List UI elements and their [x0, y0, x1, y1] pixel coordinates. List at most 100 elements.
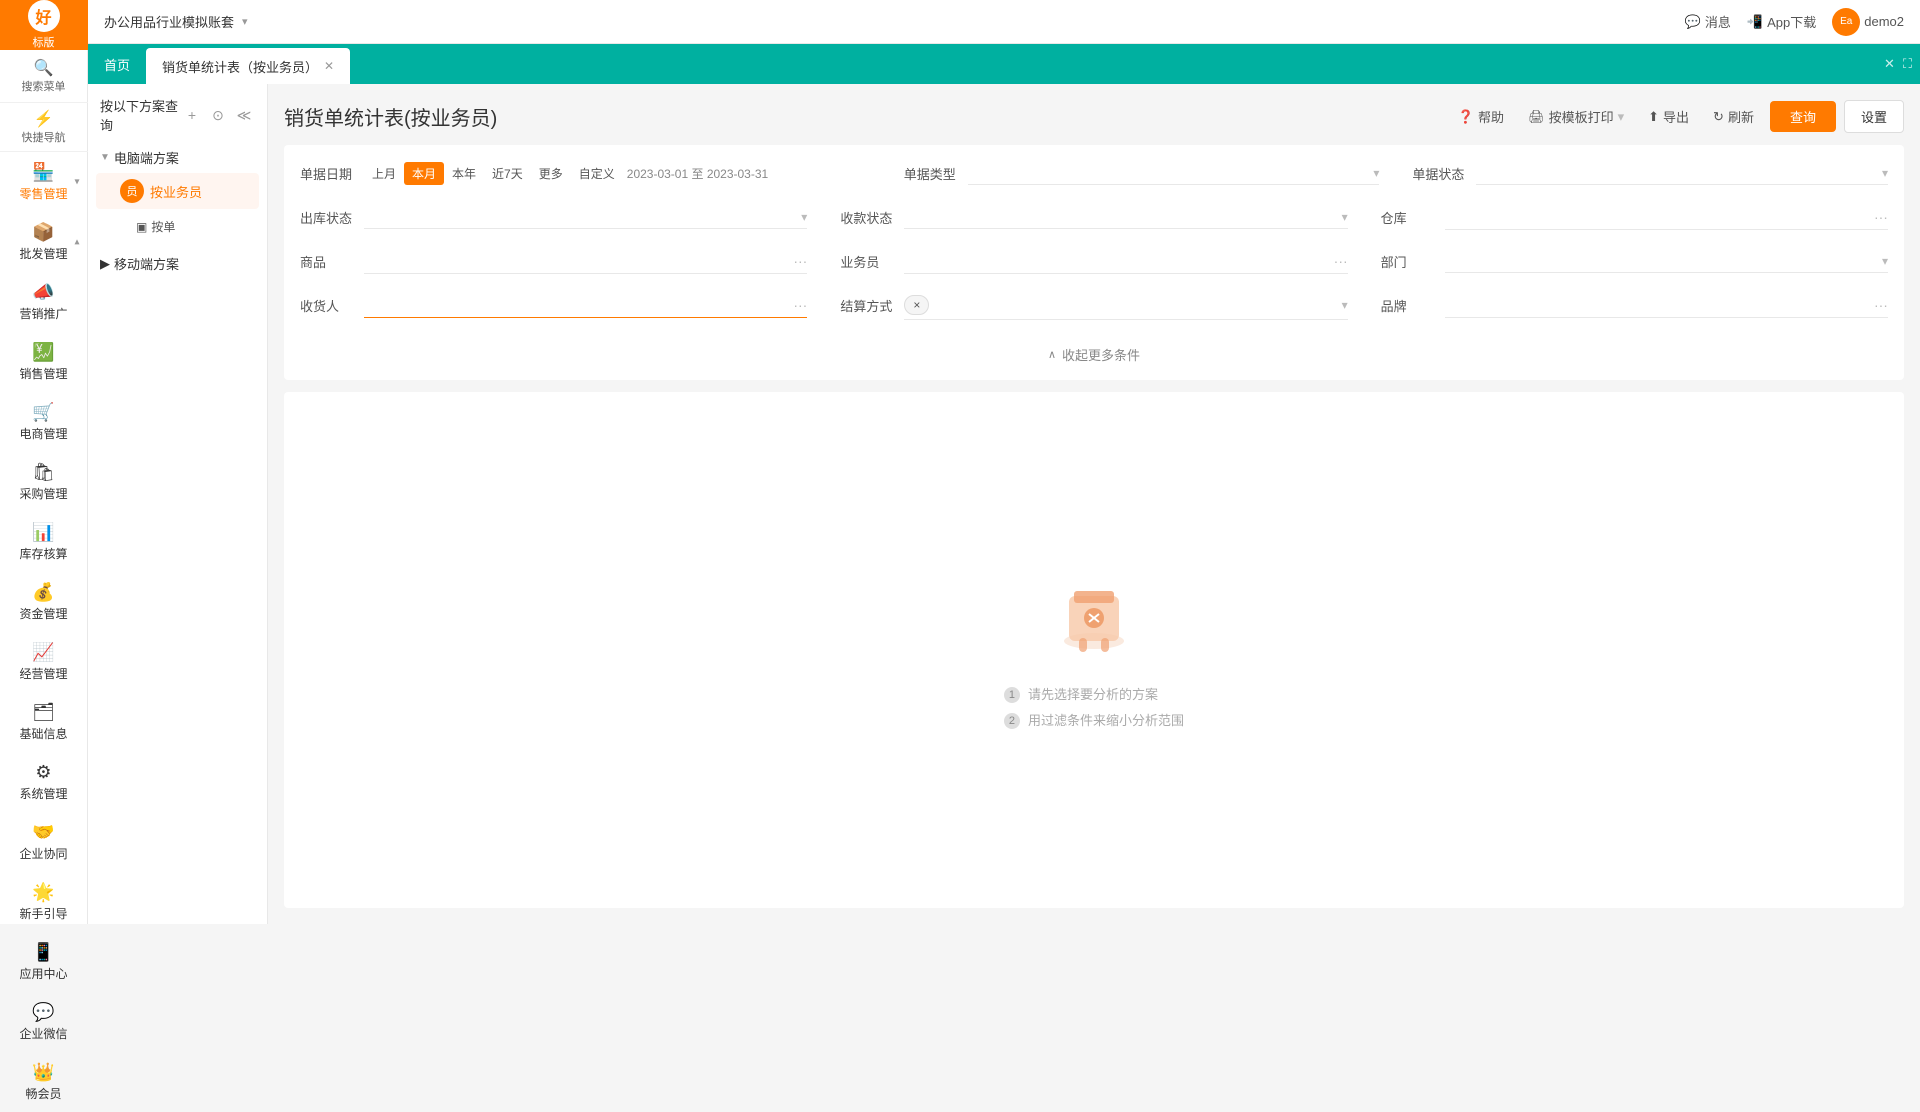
query-btn[interactable]: 查询 — [1770, 101, 1836, 132]
maximize-icon[interactable]: ⛶ — [1903, 56, 1912, 72]
salesperson-more-icon[interactable]: ··· — [1334, 253, 1348, 269]
sidebar-search[interactable]: 🔍 搜索菜单 — [0, 50, 88, 103]
warehouse-more-icon[interactable]: ··· — [1874, 209, 1888, 225]
tab-sales-stats-label: 销货单统计表（按业务员） — [162, 57, 318, 76]
sidebar-item-wholesale[interactable]: 📦 批发管理 ▴ — [0, 212, 88, 272]
goods-more-icon[interactable]: ··· — [793, 253, 807, 269]
dept-chevron-down-icon: ▾ — [1882, 254, 1888, 268]
content-area: 按以下方案查询 + ⊙ ≪ ▼ 电脑端方案 员 按业务员 — [88, 84, 1920, 924]
type-label: 单据类型 — [904, 164, 960, 183]
sidebar-item-member-label: 畅会员 — [25, 1085, 61, 1102]
refresh-btn[interactable]: ↻ 刷新 — [1705, 103, 1762, 130]
sidebar-item-management-label: 经营管理 — [19, 665, 67, 682]
export-btn[interactable]: ⬆ 导出 — [1640, 103, 1697, 130]
filter-panel: 单据日期 上月 本月 本年 近7天 更多 自定义 2023-03-01 至 20… — [284, 145, 1904, 380]
tab-sales-stats[interactable]: 销货单统计表（按业务员） ✕ — [146, 48, 350, 84]
brand-input[interactable]: ··· — [1445, 293, 1888, 318]
collapse-btn[interactable]: ∧ 收起更多条件 — [1036, 341, 1152, 368]
sidebar-item-newbie[interactable]: 🌟 新手引导 — [0, 872, 88, 932]
date-btn-thisyear[interactable]: 本年 — [444, 162, 484, 185]
sidebar-item-finance[interactable]: 💰 资金管理 — [0, 572, 88, 632]
mobile-group-header[interactable]: ▶ 移动端方案 — [96, 248, 259, 279]
pc-scheme-group: ▼ 电脑端方案 员 按业务员 ▣ 按单 — [88, 142, 267, 244]
print-btn[interactable]: 🖨 按模板打印 ▾ — [1520, 103, 1632, 130]
pc-scheme-group-header[interactable]: ▼ 电脑端方案 — [96, 142, 259, 173]
sub-scheme-icon: ▣ — [136, 220, 147, 234]
settings-btn[interactable]: 设置 — [1844, 100, 1904, 133]
message-btn[interactable]: 💬 消息 — [1685, 12, 1731, 31]
goods-label: 商品 — [300, 252, 356, 271]
sidebar-item-system[interactable]: ⚙ 系统管理 — [0, 752, 88, 812]
close-window-icon[interactable]: ✕ — [1884, 56, 1895, 72]
collapse-panel-btn[interactable]: ≪ — [233, 104, 255, 126]
date-btn-lastmonth[interactable]: 上月 — [364, 162, 404, 185]
date-range-text: 2023-03-01 至 2023-03-31 — [627, 165, 768, 182]
page-title-actions: ❓ 帮助 🖨 按模板打印 ▾ ⬆ 导出 ↻ 刷新 — [1450, 100, 1904, 133]
filter-row-1: 单据日期 上月 本月 本年 近7天 更多 自定义 2023-03-01 至 20… — [300, 157, 1888, 189]
topbar-dropdown-icon[interactable]: ▾ — [242, 15, 248, 28]
refresh-icon: ↻ — [1713, 109, 1724, 125]
tab-home[interactable]: 首页 — [88, 44, 146, 84]
settle-dropdown[interactable]: × ▾ — [904, 291, 1347, 320]
sidebar-item-sales-label: 销售管理 — [19, 365, 67, 382]
pay-status-dropdown[interactable]: ▾ — [904, 206, 1347, 229]
date-btn-thismonth[interactable]: 本月 — [404, 162, 444, 185]
date-btn-more[interactable]: 更多 — [531, 162, 571, 185]
date-btn-7days[interactable]: 近7天 — [484, 162, 531, 185]
add-scheme-btn[interactable]: + — [181, 104, 203, 126]
settle-clear-tag[interactable]: × — [904, 295, 929, 315]
warehouse-input[interactable]: ··· — [1445, 205, 1888, 230]
sidebar-quicknav[interactable]: ⚡ 快捷导航 — [0, 103, 88, 152]
sidebar-item-sales[interactable]: 💹 销售管理 — [0, 332, 88, 392]
receiver-text-input[interactable] — [364, 297, 793, 312]
sidebar-item-marketing-label: 营销推广 — [19, 305, 67, 322]
tab-close-icon[interactable]: ✕ — [324, 59, 334, 73]
sidebar-item-appcenter-label: 应用中心 — [19, 965, 67, 982]
date-filter-buttons: 上月 本月 本年 近7天 更多 自定义 2023-03-01 至 2023-03… — [364, 162, 768, 185]
receiver-input[interactable]: ··· — [364, 293, 807, 318]
step-1: 1 请先选择要分析的方案 — [1004, 682, 1184, 708]
sidebar-item-retail[interactable]: 🏪 零售管理 ▾ — [0, 152, 88, 212]
basic-icon: 🗂 — [32, 702, 55, 723]
date-btn-custom[interactable]: 自定义 — [571, 162, 623, 185]
copy-scheme-btn[interactable]: ⊙ — [207, 104, 229, 126]
sidebar-item-appcenter[interactable]: 📱 应用中心 — [0, 932, 88, 992]
filter-date: 单据日期 上月 本月 本年 近7天 更多 自定义 2023-03-01 至 20… — [300, 162, 871, 185]
receiver-more-icon[interactable]: ··· — [793, 297, 807, 313]
user-area[interactable]: Ea demo2 — [1832, 8, 1904, 36]
sidebar-item-basic[interactable]: 🗂 基础信息 — [0, 692, 88, 752]
username: demo2 — [1864, 14, 1904, 29]
salesperson-input[interactable]: ··· — [904, 249, 1347, 274]
sub-scheme-item-order[interactable]: ▣ 按单 — [128, 213, 259, 240]
sidebar-item-wechat-label: 企业微信 — [19, 1025, 67, 1042]
help-btn[interactable]: ❓ 帮助 — [1450, 103, 1512, 130]
type-chevron-down-icon: ▾ — [1373, 166, 1379, 180]
filter-status: 单据状态 ▾ — [1412, 162, 1888, 185]
sidebar-item-collab[interactable]: 🤝 企业协同 — [0, 812, 88, 872]
step-1-text: 请先选择要分析的方案 — [1028, 682, 1158, 708]
step-num-1: 1 — [1004, 687, 1020, 703]
filter-type: 单据类型 ▾ — [904, 162, 1380, 185]
search-label: 搜索菜单 — [22, 78, 66, 94]
type-dropdown[interactable]: ▾ — [968, 162, 1380, 185]
filter-warehouse: 仓库 ··· — [1381, 205, 1888, 230]
sidebar-item-marketing[interactable]: 📣 营销推广 — [0, 272, 88, 332]
status-dropdown[interactable]: ▾ — [1476, 162, 1888, 185]
sidebar-item-purchase[interactable]: 🛍 采购管理 — [0, 452, 88, 512]
sidebar-item-member[interactable]: 👑 畅会员 — [0, 1052, 88, 1112]
dept-dropdown[interactable]: ▾ — [1445, 250, 1888, 273]
out-status-dropdown[interactable]: ▾ — [364, 206, 807, 229]
sidebar-item-wholesale-label: 批发管理 — [19, 245, 67, 262]
app-download-btn[interactable]: 📲 App下载 — [1747, 12, 1816, 31]
scheme-item-salesperson[interactable]: 员 按业务员 — [96, 173, 259, 209]
sidebar-item-inventory[interactable]: 📊 库存核算 — [0, 512, 88, 572]
sidebar-item-management[interactable]: 📈 经营管理 — [0, 632, 88, 692]
sidebar-item-wechat[interactable]: 💬 企业微信 — [0, 992, 88, 1052]
receiver-label: 收货人 — [300, 296, 356, 315]
tab-maximize-area: ✕ ⛶ — [1884, 56, 1912, 72]
goods-input[interactable]: ··· — [364, 249, 807, 274]
sidebar-item-ecommerce[interactable]: 🛒 电商管理 — [0, 392, 88, 452]
sidebar-logo[interactable]: 好 标版 — [0, 0, 88, 50]
brand-more-icon[interactable]: ··· — [1874, 297, 1888, 313]
sidebar-item-retail-label: 零售管理 — [19, 185, 67, 202]
